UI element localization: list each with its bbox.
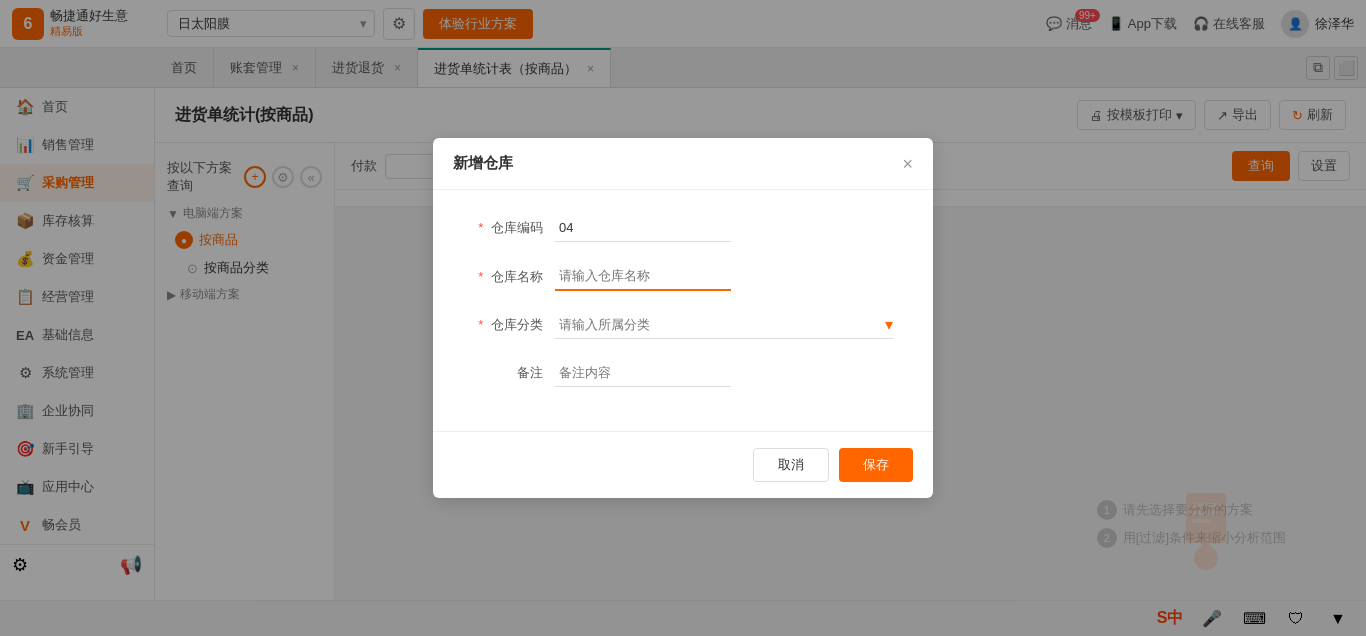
form-row-note: 备注 [473,359,893,387]
modal-body: * 仓库编码 * 仓库名称 * [433,190,933,431]
modal-close-button[interactable]: × [902,155,913,173]
required-star-name: * [478,269,483,284]
note-input-wrap [555,359,893,387]
note-label: 备注 [473,364,543,382]
cancel-button[interactable]: 取消 [753,448,829,482]
code-label: * 仓库编码 [473,219,543,237]
modal-header: 新增仓库 × [433,138,933,190]
form-row-code: * 仓库编码 [473,214,893,242]
name-label: * 仓库名称 [473,268,543,286]
category-select-row: ▾ [555,311,893,339]
code-input[interactable] [555,214,731,242]
category-label: * 仓库分类 [473,316,543,334]
note-input[interactable] [555,359,731,387]
category-input[interactable] [555,311,885,338]
name-input-wrap [555,262,893,291]
name-input[interactable] [555,262,731,291]
required-star-category: * [478,317,483,332]
modal-overlay[interactable]: 新增仓库 × * 仓库编码 * 仓库名称 [0,0,1366,636]
modal-footer: 取消 保存 [433,431,933,498]
form-row-category: * 仓库分类 ▾ [473,311,893,339]
save-button[interactable]: 保存 [839,448,913,482]
modal-title: 新增仓库 [453,154,513,173]
required-star-code: * [478,220,483,235]
category-dropdown-icon[interactable]: ▾ [885,315,893,334]
modal-dialog: 新增仓库 × * 仓库编码 * 仓库名称 [433,138,933,498]
code-input-wrap [555,214,893,242]
form-row-name: * 仓库名称 [473,262,893,291]
